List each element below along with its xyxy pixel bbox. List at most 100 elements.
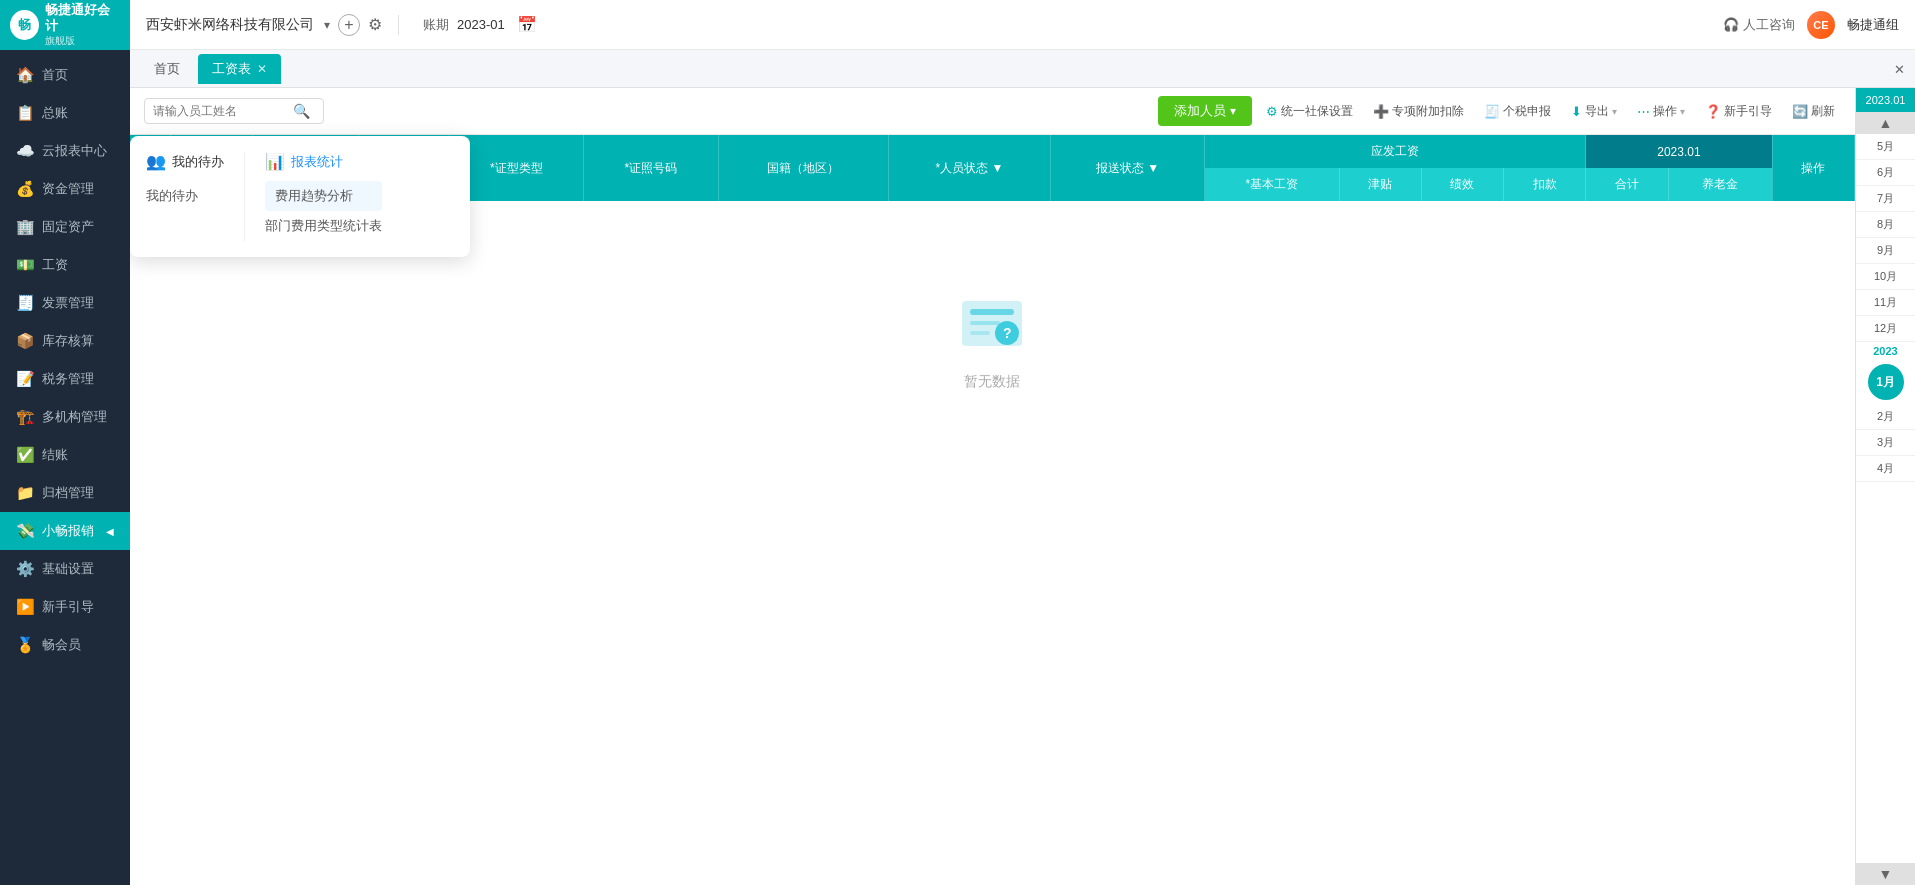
- timeline-month-8[interactable]: 8月: [1856, 212, 1915, 238]
- tab-close-all[interactable]: ✕: [1894, 60, 1905, 78]
- settings-icon: ⚙️: [16, 560, 34, 578]
- user-avatar: CE: [1807, 11, 1835, 39]
- expense-dropdown-menu: 👥 我的待办 我的待办 📊 报表统计 费用趋势分析: [130, 136, 470, 257]
- tab-salary-sheet[interactable]: 工资表 ✕: [198, 54, 281, 84]
- add-company-button[interactable]: +: [338, 14, 360, 36]
- timeline-month-2[interactable]: 2月: [1856, 404, 1915, 430]
- sidebar-item-close-account[interactable]: ✅ 结账: [0, 436, 130, 474]
- dropdown-section1-title: 👥 我的待办: [146, 152, 224, 171]
- sidebar-item-invoice[interactable]: 🧾 发票管理: [0, 284, 130, 322]
- timeline-month-4[interactable]: 4月: [1856, 456, 1915, 482]
- home-icon: 🏠: [16, 66, 34, 84]
- timeline-month-6[interactable]: 6月: [1856, 160, 1915, 186]
- topbar-right: 🎧 人工咨询 CE 畅捷通组: [1723, 11, 1899, 39]
- sidebar-item-funds[interactable]: 💰 资金管理: [0, 170, 130, 208]
- ledger-icon: 📋: [16, 104, 34, 122]
- sidebar-item-assets[interactable]: 🏢 固定资产: [0, 208, 130, 246]
- search-icon[interactable]: 🔍: [293, 103, 310, 119]
- timeline-year-2023: 2023: [1856, 342, 1915, 360]
- sidebar-item-guide[interactable]: ▶️ 新手引导: [0, 588, 130, 626]
- timeline-month-3[interactable]: 3月: [1856, 430, 1915, 456]
- tab-close-icon[interactable]: ✕: [257, 62, 267, 76]
- logo-title: 畅捷通好会计: [45, 2, 120, 33]
- th-base-salary: *基本工资: [1205, 168, 1340, 201]
- dropdown-section-pending: 👥 我的待办 我的待办: [146, 152, 224, 241]
- sidebar-item-tax[interactable]: 📝 税务管理: [0, 360, 130, 398]
- tax-report-icon: 🧾: [1484, 104, 1500, 119]
- timeline-month-9[interactable]: 9月: [1856, 238, 1915, 264]
- member-icon: 🏅: [16, 636, 34, 654]
- search-input[interactable]: [153, 104, 293, 118]
- sidebar-item-salary[interactable]: 💵 工资: [0, 246, 130, 284]
- period-label: 账期: [423, 16, 449, 34]
- timeline-month-12[interactable]: 12月: [1856, 316, 1915, 342]
- pending-section-icon: 👥: [146, 152, 166, 171]
- tab-home[interactable]: 首页: [140, 54, 194, 84]
- timeline-month-1-active[interactable]: 1月: [1868, 364, 1904, 400]
- dropdown-divider: [244, 152, 245, 241]
- th-nationality: 国籍（地区）: [718, 135, 888, 201]
- timeline-month-7[interactable]: 7月: [1856, 186, 1915, 212]
- calendar-icon[interactable]: 📅: [517, 15, 537, 34]
- operation-action[interactable]: ⋯ 操作 ▾: [1631, 99, 1691, 124]
- th-personnel-status[interactable]: *人员状态 ▼: [888, 135, 1050, 201]
- add-person-button[interactable]: 添加人员 ▾: [1158, 96, 1252, 126]
- sidebar-item-member[interactable]: 🏅 畅会员: [0, 626, 130, 664]
- social-insurance-icon: ⚙: [1266, 104, 1278, 119]
- search-wrap: 🔍: [144, 98, 324, 124]
- svg-text:?: ?: [1003, 325, 1012, 341]
- cloud-icon: ☁️: [16, 142, 34, 160]
- empty-text: 暂无数据: [964, 373, 1020, 391]
- invoice-icon: 🧾: [16, 294, 34, 312]
- guide-icon: ▶️: [16, 598, 34, 616]
- export-icon: ⬇: [1571, 104, 1582, 119]
- sidebar-item-archive[interactable]: 📁 归档管理: [0, 474, 130, 512]
- salary-icon: 💵: [16, 256, 34, 274]
- refresh-action[interactable]: 🔄 刷新: [1786, 99, 1841, 124]
- topbar-divider: [398, 15, 399, 35]
- sidebar-item-expense[interactable]: 💸 小畅报销 ◀: [0, 512, 130, 550]
- guide-action[interactable]: ❓ 新手引导: [1699, 99, 1778, 124]
- operation-icon: ⋯: [1637, 104, 1650, 119]
- close-all-icon[interactable]: ✕: [1894, 62, 1905, 77]
- tabbar: 首页 工资表 ✕ ✕: [130, 50, 1915, 88]
- tax-report-action[interactable]: 🧾 个税申报: [1478, 99, 1557, 124]
- special-deduction-icon: ➕: [1373, 104, 1389, 119]
- th-cert-number: *证照号码: [584, 135, 719, 201]
- dropdown-item-expense-trend[interactable]: 费用趋势分析: [265, 181, 382, 211]
- export-action[interactable]: ⬇ 导出 ▾: [1565, 99, 1623, 124]
- timeline-month-11[interactable]: 11月: [1856, 290, 1915, 316]
- sidebar-item-cloud-report[interactable]: ☁️ 云报表中心: [0, 132, 130, 170]
- timeline-panel: 2023.01 ▲ 5月 6月 7月 8月 9月 10月 11月 12月 202…: [1855, 88, 1915, 885]
- social-insurance-action[interactable]: ⚙ 统一社保设置: [1260, 99, 1359, 124]
- th-period: 2023.01: [1586, 135, 1772, 168]
- settings-gear-icon[interactable]: ⚙: [368, 15, 382, 34]
- svg-rect-2: [970, 321, 1000, 325]
- dropdown-section-reports: 📊 报表统计 费用趋势分析 部门费用类型统计表: [265, 152, 382, 241]
- close-account-icon: ✅: [16, 446, 34, 464]
- timeline-month-5[interactable]: 5月: [1856, 134, 1915, 160]
- content-wrapper: 🔍 添加人员 ▾ ⚙ 统一社保设置 ➕ 专项附加扣除 🧾 个税申报: [130, 88, 1915, 885]
- funds-icon: 💰: [16, 180, 34, 198]
- special-deduction-action[interactable]: ➕ 专项附加扣除: [1367, 99, 1470, 124]
- sidebar: 畅 畅捷通好会计 旗舰版 🏠 首页 📋 总账 ☁️ 云报表中心 💰 资金管理 🏢…: [0, 0, 130, 885]
- service-button[interactable]: 🎧 人工咨询: [1723, 16, 1795, 34]
- sidebar-item-multi-org[interactable]: 🏗️ 多机构管理: [0, 398, 130, 436]
- sidebar-item-ledger[interactable]: 📋 总账: [0, 94, 130, 132]
- timeline-scroll-down[interactable]: ▼: [1856, 863, 1915, 885]
- sidebar-item-home[interactable]: 🏠 首页: [0, 56, 130, 94]
- sidebar-item-settings[interactable]: ⚙️ 基础设置: [0, 550, 130, 588]
- th-deduction: 扣款: [1504, 168, 1586, 201]
- timeline-scroll-up[interactable]: ▲: [1856, 112, 1915, 134]
- logo-icon: 畅: [10, 10, 39, 40]
- multi-org-icon: 🏗️: [16, 408, 34, 426]
- company-dropdown-arrow[interactable]: ▾: [324, 18, 330, 32]
- timeline-month-10[interactable]: 10月: [1856, 264, 1915, 290]
- sidebar-item-inventory[interactable]: 📦 库存核算: [0, 322, 130, 360]
- dropdown-item-my-pending[interactable]: 我的待办: [146, 181, 224, 211]
- timeline-items: 5月 6月 7月 8月 9月 10月 11月 12月 2023 1月 2月 3月…: [1856, 134, 1915, 863]
- th-report-status[interactable]: 报送状态 ▼: [1051, 135, 1205, 201]
- th-allowance: 津贴: [1339, 168, 1421, 201]
- empty-icon: ?: [952, 281, 1032, 361]
- dropdown-item-dept-expense[interactable]: 部门费用类型统计表: [265, 211, 382, 241]
